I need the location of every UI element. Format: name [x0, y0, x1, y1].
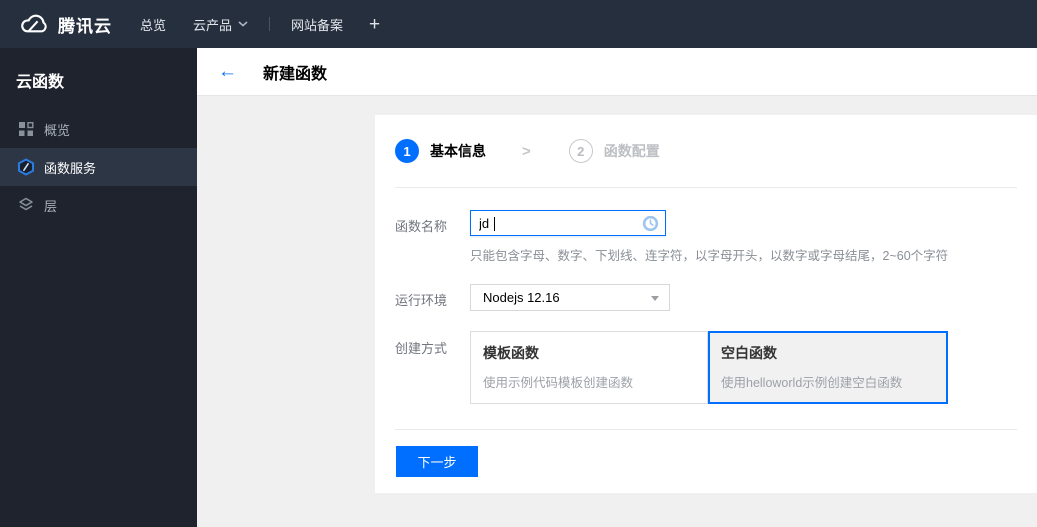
brand[interactable]: 腾讯云: [18, 12, 112, 37]
brand-name: 腾讯云: [58, 16, 112, 36]
option-desc: 使用示例代码模板创建函数: [483, 376, 634, 390]
function-name-input-box: [470, 210, 666, 236]
creation-method-options: 模板函数 使用示例代码模板创建函数 空白函数 使用helloworld示例创建空…: [470, 331, 948, 404]
function-name-help: 只能包含字母、数字、下划线、连字符，以字母开头，以数字或字母结尾，2~60个字符: [470, 249, 949, 263]
next-step-button[interactable]: 下一步: [396, 446, 478, 477]
sidebar-item-label: 层: [44, 198, 58, 214]
runtime-selected-value: Nodejs 12.16: [483, 290, 560, 305]
create-function-card: 1 基本信息 > 2 函数配置 函数名称 jd 只能包含字母、数字、下划线、连字…: [375, 115, 1037, 493]
step-label: 函数配置: [603, 143, 660, 159]
clock-pending-icon: [642, 215, 659, 237]
text-cursor: [494, 217, 495, 231]
sidebar: 云函数 概览 函数服务 层: [0, 48, 197, 527]
runtime-label: 运行环境: [395, 293, 448, 308]
runtime-row: 运行环境 Nodejs 12.16: [395, 284, 1017, 311]
function-name-label: 函数名称: [395, 219, 448, 234]
creation-method-row: 创建方式 模板函数 使用示例代码模板创建函数 空白函数 使用helloworld…: [395, 331, 1017, 404]
nav-icp-filing[interactable]: 网站备案: [291, 15, 343, 34]
topbar: 腾讯云 总览 云产品 网站备案 +: [0, 0, 1037, 48]
option-blank-function[interactable]: 空白函数 使用helloworld示例创建空白函数: [708, 331, 948, 404]
option-template-function[interactable]: 模板函数 使用示例代码模板创建函数: [470, 331, 708, 404]
sidebar-item-label: 函数服务: [44, 160, 97, 176]
function-name-input[interactable]: [471, 211, 631, 235]
step-number-badge: 2: [568, 139, 593, 163]
step-number-badge: 1: [395, 139, 419, 163]
main-content: ← 新建函数 1 基本信息 > 2 函数配置 函数名称 jd 只能包含字母、数字…: [197, 48, 1037, 527]
add-tab-button[interactable]: +: [369, 15, 380, 34]
option-desc: 使用helloworld示例创建空白函数: [721, 376, 903, 390]
step-label: 基本信息: [430, 143, 486, 159]
function-hexagon-icon: [17, 158, 35, 176]
topbar-divider: [269, 17, 271, 31]
sidebar-title: 云函数: [16, 74, 65, 91]
tencent-cloud-logo-icon: [18, 13, 49, 36]
sidebar-item-overview[interactable]: 概览: [0, 110, 197, 148]
runtime-select[interactable]: Nodejs 12.16: [470, 284, 670, 311]
sidebar-menu: 概览 函数服务 层: [0, 110, 197, 224]
basic-info-form: 函数名称 jd 只能包含字母、数字、下划线、连字符，以字母开头，以数字或字母结尾…: [395, 188, 1017, 404]
top-nav: 总览 云产品 网站备案 +: [140, 15, 380, 34]
option-title: 空白函数: [721, 345, 777, 361]
nav-overview[interactable]: 总览: [140, 15, 166, 34]
grid-icon: [17, 120, 35, 138]
creation-method-label: 创建方式: [395, 341, 448, 356]
select-caret-icon: [651, 296, 659, 301]
function-name-field-block: 只能包含字母、数字、下划线、连字符，以字母开头，以数字或字母结尾，2~60个字符: [470, 210, 948, 264]
page-title: 新建函数: [263, 65, 328, 83]
sidebar-item-function-service[interactable]: 函数服务: [0, 148, 197, 186]
option-title: 模板函数: [483, 345, 539, 361]
nav-cloud-products[interactable]: 云产品: [193, 15, 248, 34]
wizard-steps: 1 基本信息 > 2 函数配置: [395, 115, 1017, 188]
step-function-config: 2 函数配置: [568, 139, 660, 163]
app-shell: 云函数 概览 函数服务 层 ← 新建函数 1 基本信息 > 2 函数配置 函数名…: [0, 48, 1037, 527]
back-arrow-button[interactable]: ←: [218, 62, 237, 81]
card-footer-divider: [395, 429, 1017, 430]
page-header: ← 新建函数: [197, 48, 1037, 96]
page-body: 1 基本信息 > 2 函数配置 函数名称 jd 只能包含字母、数字、下划线、连字…: [197, 96, 1037, 527]
sidebar-item-label: 概览: [44, 122, 71, 138]
function-name-row: 函数名称 jd 只能包含字母、数字、下划线、连字符，以字母开头，以数字或字母结尾…: [395, 210, 1017, 264]
step-basic-info: 1 基本信息: [395, 139, 486, 163]
step-chevron-icon: >: [522, 142, 531, 160]
sidebar-item-layers[interactable]: 层: [0, 186, 197, 224]
layers-icon: [17, 196, 35, 214]
chevron-down-icon: [238, 21, 248, 27]
